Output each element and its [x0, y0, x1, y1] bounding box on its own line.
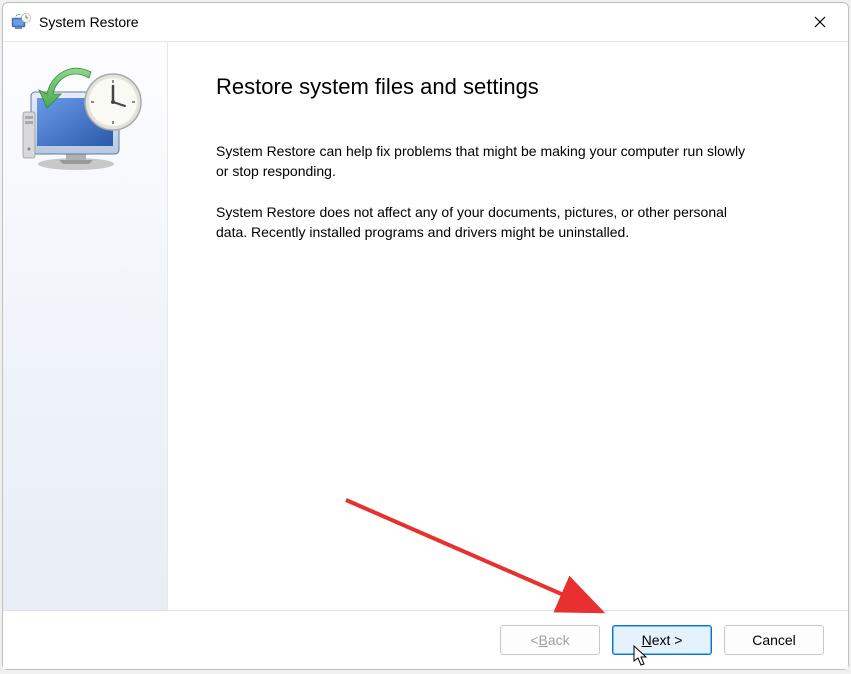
system-restore-icon — [11, 13, 31, 31]
window-title: System Restore — [39, 14, 139, 30]
back-button: < Back — [500, 625, 600, 655]
next-button[interactable]: Next > — [612, 625, 712, 655]
content-area: Restore system files and settings System… — [3, 41, 848, 611]
page-heading: Restore system files and settings — [216, 74, 800, 100]
cancel-button[interactable]: Cancel — [724, 625, 824, 655]
button-bar: < Back Next > Cancel — [3, 611, 848, 669]
restore-large-icon — [21, 64, 149, 174]
titlebar: System Restore — [3, 3, 848, 41]
system-restore-dialog: System Restore — [2, 2, 849, 670]
titlebar-left: System Restore — [11, 13, 139, 31]
sidebar — [3, 42, 168, 610]
description-paragraph-2: System Restore does not affect any of yo… — [216, 203, 746, 242]
annotation-arrow-icon — [338, 492, 618, 622]
main-content: Restore system files and settings System… — [168, 42, 848, 610]
close-button[interactable] — [800, 7, 840, 37]
description-paragraph-1: System Restore can help fix problems tha… — [216, 142, 746, 181]
